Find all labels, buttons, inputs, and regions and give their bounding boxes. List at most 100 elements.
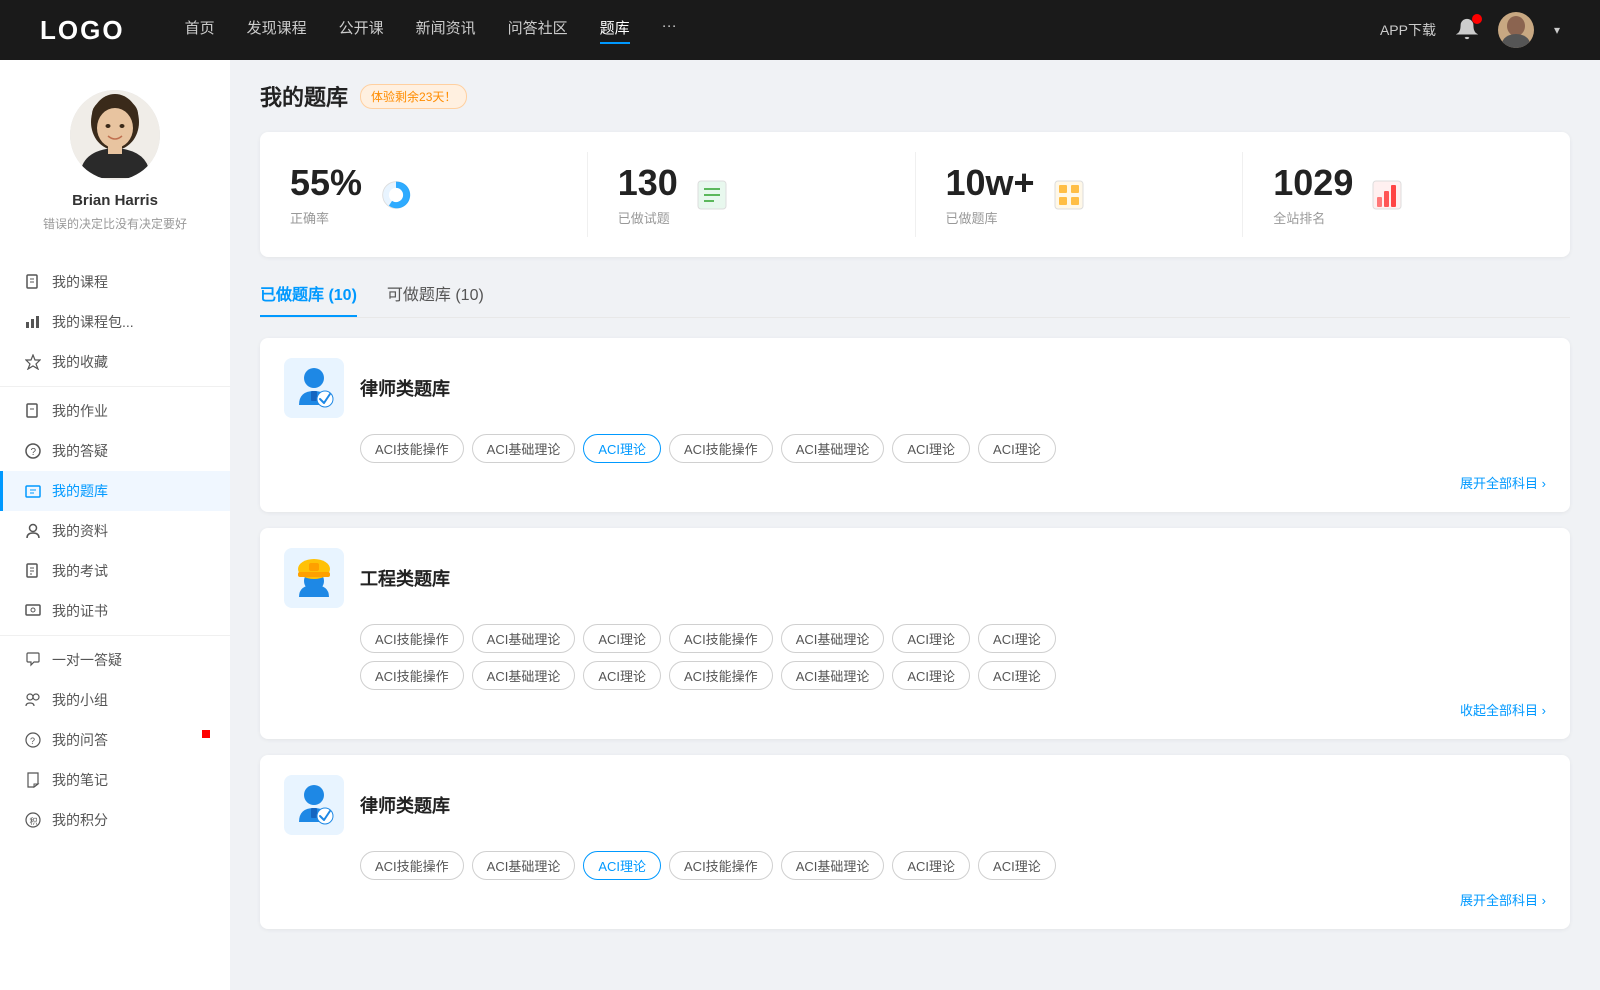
logo[interactable]: LOGO — [40, 15, 125, 46]
note-icon — [24, 771, 42, 789]
sidebar-label-notes: 我的笔记 — [52, 770, 108, 790]
bank-tag-1-r2-6[interactable]: ACI理论 — [978, 661, 1056, 690]
nav-home[interactable]: 首页 — [185, 17, 215, 44]
bank-card-0-expand[interactable]: 展开全部科目 › — [284, 473, 1546, 492]
bank-tag-2-2[interactable]: ACI理论 — [583, 851, 661, 880]
bank-card-2-header: 律师类题库 — [284, 775, 1546, 835]
bank-card-0-header: 律师类题库 — [284, 358, 1546, 418]
sidebar-item-points[interactable]: 积 我的积分 — [0, 800, 230, 840]
bank-tag-0-6[interactable]: ACI理论 — [978, 434, 1056, 463]
bank-card-2-expand[interactable]: 展开全部科目 › — [284, 890, 1546, 909]
nav-discover[interactable]: 发现课程 — [247, 17, 307, 44]
stat-accuracy-text: 55% 正确率 — [290, 162, 362, 227]
notification-bell[interactable] — [1456, 18, 1478, 43]
profile-motto: 错误的决定比没有决定要好 — [43, 215, 187, 232]
sidebar-item-group[interactable]: 我的小组 — [0, 680, 230, 720]
bank-tag-0-5[interactable]: ACI理论 — [892, 434, 970, 463]
sidebar-item-bank[interactable]: 我的题库 — [0, 471, 230, 511]
chart-icon — [24, 313, 42, 331]
tab-available-banks[interactable]: 可做题库 (10) — [387, 281, 484, 317]
user-dropdown-arrow[interactable]: ▾ — [1554, 23, 1560, 37]
nav-more[interactable]: ··· — [662, 17, 677, 44]
header: LOGO 首页 发现课程 公开课 新闻资讯 问答社区 题库 ··· APP下载 … — [0, 0, 1600, 60]
bank-tag-1-r2-1[interactable]: ACI基础理论 — [472, 661, 576, 690]
lawyer-icon-2 — [284, 775, 344, 835]
qa-badge — [202, 730, 210, 738]
bank-tag-1-0[interactable]: ACI技能操作 — [360, 624, 464, 653]
sidebar-item-homework[interactable]: 我的作业 — [0, 391, 230, 431]
user-avatar[interactable] — [1498, 12, 1534, 48]
sidebar-item-course-pkg[interactable]: 我的课程包... — [0, 302, 230, 342]
bank-tag-1-5[interactable]: ACI理论 — [892, 624, 970, 653]
bank-card-0-title: 律师类题库 — [360, 375, 450, 401]
bank-tag-1-2[interactable]: ACI理论 — [583, 624, 661, 653]
bank-icon — [24, 482, 42, 500]
bank-tag-1-r2-5[interactable]: ACI理论 — [892, 661, 970, 690]
sidebar-item-profile[interactable]: 我的资料 — [0, 511, 230, 551]
bank-tag-2-1[interactable]: ACI基础理论 — [472, 851, 576, 880]
bank-card-1-tags-row1: ACI技能操作 ACI基础理论 ACI理论 ACI技能操作 ACI基础理论 AC… — [284, 624, 1546, 653]
stat-done-banks-value: 10w+ — [946, 162, 1035, 204]
group-icon — [24, 691, 42, 709]
doc-icon — [24, 402, 42, 420]
bank-tag-0-1[interactable]: ACI基础理论 — [472, 434, 576, 463]
nav-news[interactable]: 新闻资讯 — [416, 17, 476, 44]
profile-name: Brian Harris — [72, 192, 158, 209]
bank-tag-2-3[interactable]: ACI技能操作 — [669, 851, 773, 880]
section-header: 我的题库 体验剩余23天！ — [260, 80, 1570, 112]
bank-tag-0-4[interactable]: ACI基础理论 — [781, 434, 885, 463]
sidebar-avatar — [70, 90, 160, 180]
bank-tag-2-0[interactable]: ACI技能操作 — [360, 851, 464, 880]
stat-accuracy-label: 正确率 — [290, 208, 362, 227]
bank-card-2: 律师类题库 ACI技能操作 ACI基础理论 ACI理论 ACI技能操作 ACI基… — [260, 755, 1570, 929]
bank-tag-2-5[interactable]: ACI理论 — [892, 851, 970, 880]
nav-bank[interactable]: 题库 — [600, 17, 630, 44]
tab-done-banks[interactable]: 已做题库 (10) — [260, 281, 357, 317]
svg-text:积: 积 — [30, 816, 38, 826]
svg-text:?: ? — [31, 447, 37, 458]
sidebar-label-favorites: 我的收藏 — [52, 352, 108, 372]
bank-tag-1-3[interactable]: ACI技能操作 — [669, 624, 773, 653]
bank-tag-1-r2-2[interactable]: ACI理论 — [583, 661, 661, 690]
bank-card-0-tags: ACI技能操作 ACI基础理论 ACI理论 ACI技能操作 ACI基础理论 AC… — [284, 434, 1546, 463]
stats-row: 55% 正确率 130 已做试题 — [260, 132, 1570, 257]
question-icon: ? — [24, 442, 42, 460]
bank-tag-2-6[interactable]: ACI理论 — [978, 851, 1056, 880]
bank-tag-2-4[interactable]: ACI基础理论 — [781, 851, 885, 880]
sidebar-item-exam[interactable]: 我的考试 — [0, 551, 230, 591]
bank-tag-1-r2-4[interactable]: ACI基础理论 — [781, 661, 885, 690]
sidebar-item-my-qa[interactable]: ? 我的问答 — [0, 720, 230, 760]
file-icon — [24, 273, 42, 291]
bank-tag-1-6[interactable]: ACI理论 — [978, 624, 1056, 653]
exam-icon — [24, 562, 42, 580]
qa-icon — [24, 651, 42, 669]
bank-card-1-collapse[interactable]: 收起全部科目 › — [284, 700, 1546, 719]
bank-tag-1-1[interactable]: ACI基础理论 — [472, 624, 576, 653]
stat-done-questions-value: 130 — [618, 162, 678, 204]
sidebar-item-course[interactable]: 我的课程 — [0, 262, 230, 302]
sidebar-item-notes[interactable]: 我的笔记 — [0, 760, 230, 800]
bank-tag-0-0[interactable]: ACI技能操作 — [360, 434, 464, 463]
stat-done-questions-label: 已做试题 — [618, 208, 678, 227]
tabs-row: 已做题库 (10) 可做题库 (10) — [260, 281, 1570, 318]
bank-tag-0-3[interactable]: ACI技能操作 — [669, 434, 773, 463]
stat-done-questions-text: 130 已做试题 — [618, 162, 678, 227]
main-nav: 首页 发现课程 公开课 新闻资讯 问答社区 题库 ··· — [185, 17, 1380, 44]
sidebar-menu: 我的课程 我的课程包... 我的收藏 我的作业 — [0, 262, 230, 840]
sidebar-item-cert[interactable]: 我的证书 — [0, 591, 230, 631]
engineer-icon-1 — [284, 548, 344, 608]
stat-done-banks-label: 已做题库 — [946, 208, 1035, 227]
stat-rank-text: 1029 全站排名 — [1273, 162, 1353, 227]
bank-tag-1-r2-0[interactable]: ACI技能操作 — [360, 661, 464, 690]
sidebar-item-favorites[interactable]: 我的收藏 — [0, 342, 230, 382]
bank-tag-1-4[interactable]: ACI基础理论 — [781, 624, 885, 653]
bank-tag-1-r2-3[interactable]: ACI技能操作 — [669, 661, 773, 690]
nav-qa[interactable]: 问答社区 — [508, 17, 568, 44]
sidebar-label-group: 我的小组 — [52, 690, 108, 710]
bank-tag-0-2[interactable]: ACI理论 — [583, 434, 661, 463]
sidebar-item-one-on-one[interactable]: 一对一答疑 — [0, 640, 230, 680]
sidebar-item-questions[interactable]: ? 我的答疑 — [0, 431, 230, 471]
nav-open-course[interactable]: 公开课 — [339, 17, 384, 44]
app-download-link[interactable]: APP下载 — [1380, 20, 1436, 40]
bank-card-1: 工程类题库 ACI技能操作 ACI基础理论 ACI理论 ACI技能操作 ACI基… — [260, 528, 1570, 739]
